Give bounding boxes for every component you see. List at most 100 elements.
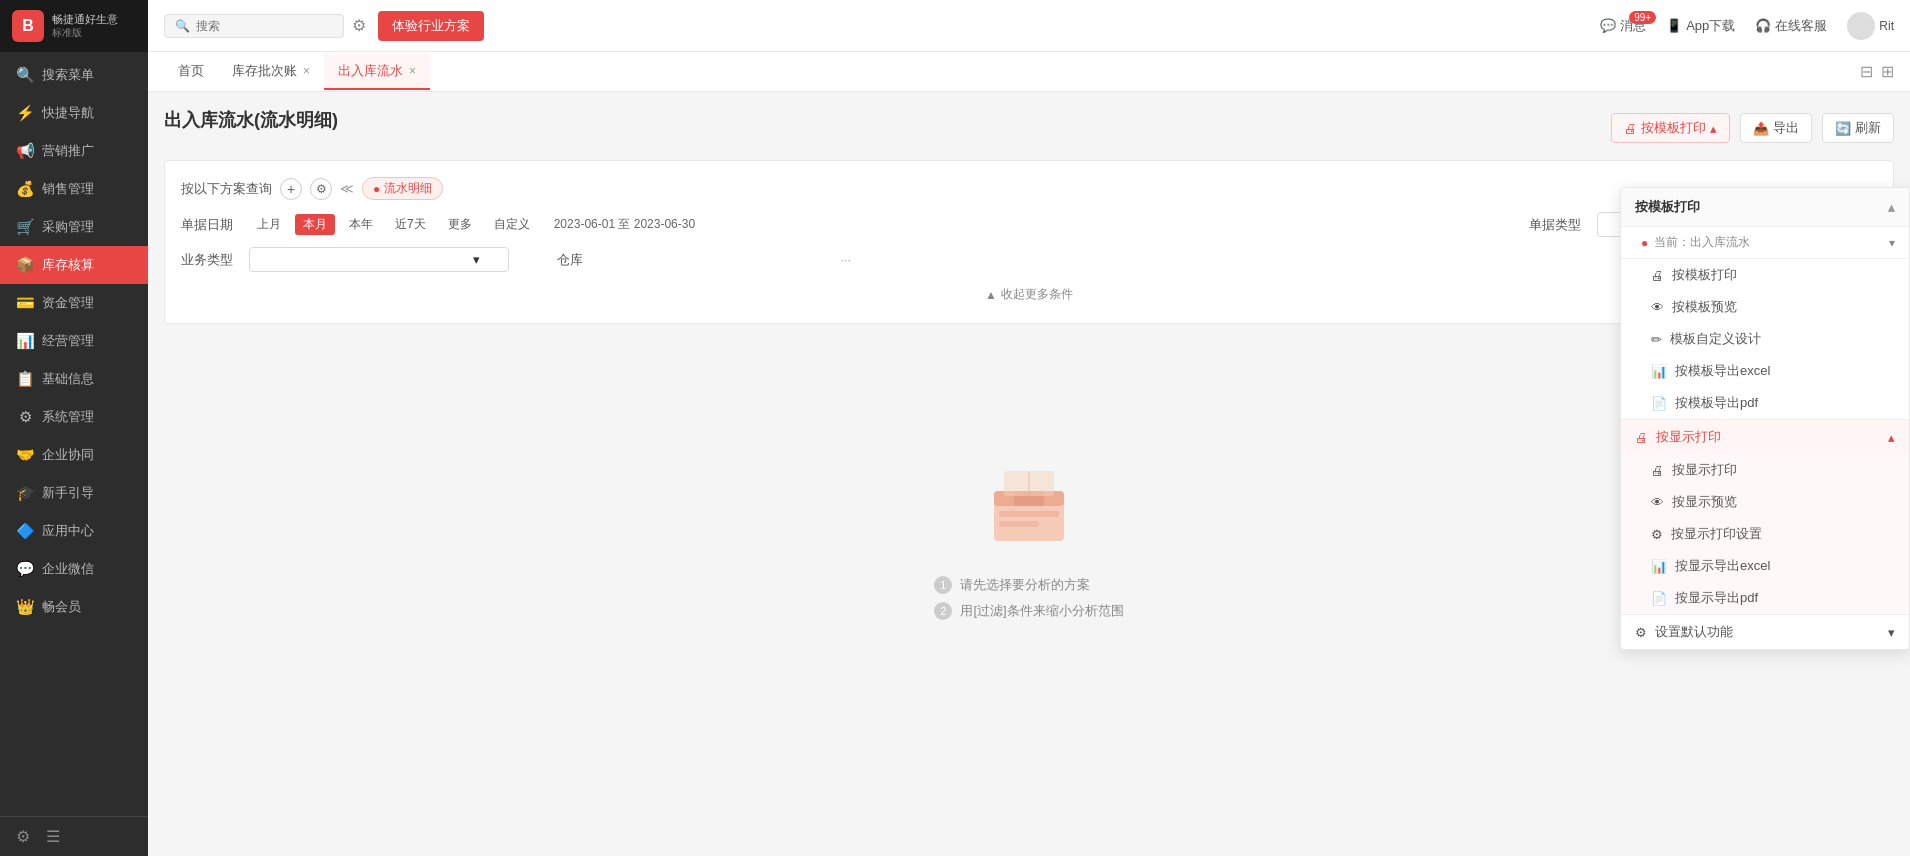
dropdown-chevron-up-icon[interactable]: [1888, 200, 1895, 215]
sidebar-item-wechat[interactable]: 💬 企业微信: [0, 550, 148, 588]
chart-icon: 📊: [16, 332, 34, 350]
step-2-num: 2: [934, 602, 952, 620]
sidebar-item-basic[interactable]: 📋 基础信息: [0, 360, 148, 398]
cart-icon: 🛒: [16, 218, 34, 236]
template-section: 🖨 按模板打印 👁 按模板预览 ✏ 模板自定义设计 📊 按模板导出excel 📄: [1621, 259, 1909, 420]
display-preview-item[interactable]: 👁 按显示预览: [1621, 486, 1909, 518]
sidebar-item-system[interactable]: ⚙ 系统管理: [0, 398, 148, 436]
svg-rect-4: [999, 521, 1039, 527]
footer-settings-icon: ⚙: [1635, 625, 1647, 640]
sidebar-item-member[interactable]: 👑 畅会员: [0, 588, 148, 626]
message-button[interactable]: 💬 消息 99+: [1600, 17, 1646, 35]
display-excel-icon: 📊: [1651, 559, 1667, 574]
avatar: [1847, 12, 1875, 40]
tab-batch-account-close[interactable]: ×: [303, 64, 310, 78]
filter-add-button[interactable]: +: [280, 178, 302, 200]
message-icon: 💬: [1600, 18, 1616, 33]
template-excel-icon: 📊: [1651, 364, 1667, 379]
current-chevron-icon: [1889, 236, 1895, 250]
sidebar-item-collab[interactable]: 🤝 企业协同: [0, 436, 148, 474]
filter-collapse-icon[interactable]: ≪: [340, 181, 354, 196]
app-download-button[interactable]: 📱 App下载: [1666, 17, 1735, 35]
date-tab-last-month[interactable]: 上月: [249, 214, 289, 235]
sidebar-item-label: 系统管理: [42, 408, 94, 426]
display-export-pdf-item[interactable]: 📄 按显示导出pdf: [1621, 582, 1909, 614]
date-tab-custom[interactable]: 自定义: [486, 214, 538, 235]
app-version: 标准版: [52, 26, 118, 40]
warehouse-select[interactable]: ···: [599, 248, 879, 271]
bottom-settings-icon[interactable]: ⚙: [16, 827, 30, 846]
export-label: 导出: [1773, 119, 1799, 137]
tab-home[interactable]: 首页: [164, 54, 218, 90]
topbar-search-box[interactable]: 🔍: [164, 14, 344, 38]
date-tab-this-year[interactable]: 本年: [341, 214, 381, 235]
filter-settings-button[interactable]: ⚙: [310, 178, 332, 200]
search-input[interactable]: [196, 19, 316, 33]
template-preview-item[interactable]: 👁 按模板预览: [1621, 291, 1909, 323]
sidebar-nav: 🔍 搜索菜单 ⚡ 快捷导航 📢 营销推广 💰 销售管理 🛒 采购管理 📦 库存核…: [0, 52, 148, 816]
display-section-label: 按显示打印: [1656, 428, 1721, 446]
sidebar-item-sales[interactable]: 💰 销售管理: [0, 170, 148, 208]
template-print-item[interactable]: 🖨 按模板打印: [1621, 259, 1909, 291]
display-print-settings-item[interactable]: ⚙ 按显示打印设置: [1621, 518, 1909, 550]
date-tab-this-month[interactable]: 本月: [295, 214, 335, 235]
warehouse-more-icon[interactable]: ···: [840, 252, 851, 267]
current-section: ● 当前：出入库流水: [1621, 227, 1909, 259]
print-label: 按模板打印: [1641, 119, 1706, 137]
display-section-header[interactable]: 🖨 按显示打印: [1621, 420, 1909, 454]
sidebar-item-search[interactable]: 🔍 搜索菜单: [0, 56, 148, 94]
tab-batch-account-label: 库存批次账: [232, 62, 297, 80]
tab-maximize-icon[interactable]: ⊞: [1881, 62, 1894, 81]
sidebar-item-label: 销售管理: [42, 180, 94, 198]
date-tab-more[interactable]: 更多: [440, 214, 480, 235]
tab-expand-controls: ⊟ ⊞: [1860, 62, 1894, 81]
user-avatar-area[interactable]: Rit: [1847, 12, 1894, 40]
tab-flow-close[interactable]: ×: [409, 64, 416, 78]
sidebar-item-marketing[interactable]: 📢 营销推广: [0, 132, 148, 170]
online-service-button[interactable]: 🎧 在线客服: [1755, 17, 1827, 35]
sidebar-item-label: 畅会员: [42, 598, 81, 616]
display-export-pdf-label: 按显示导出pdf: [1675, 589, 1758, 607]
tab-home-label: 首页: [178, 62, 204, 80]
trial-button[interactable]: 体验行业方案: [378, 11, 484, 41]
tab-flow[interactable]: 出入库流水 ×: [324, 54, 430, 90]
sidebar-item-operations[interactable]: 📊 经营管理: [0, 322, 148, 360]
sidebar-item-quick-nav[interactable]: ⚡ 快捷导航: [0, 94, 148, 132]
display-section: 🖨 按显示打印 🖨 按显示打印 👁 按显示预览 ⚙: [1621, 420, 1909, 615]
sidebar-item-finance[interactable]: 💳 资金管理: [0, 284, 148, 322]
template-custom-item[interactable]: ✏ 模板自定义设计: [1621, 323, 1909, 355]
sidebar-item-inventory[interactable]: 📦 库存核算: [0, 246, 148, 284]
topbar-gear-icon[interactable]: ⚙: [352, 16, 366, 35]
sidebar-item-label: 应用中心: [42, 522, 94, 540]
box-icon: 📦: [16, 256, 34, 274]
template-export-excel-item[interactable]: 📊 按模板导出excel: [1621, 355, 1909, 387]
display-print-item[interactable]: 🖨 按显示打印: [1621, 454, 1909, 486]
filter-tag-icon: ●: [373, 182, 380, 196]
sidebar-bottom: ⚙ ☰: [0, 816, 148, 856]
dropdown-header: 按模板打印: [1621, 188, 1909, 227]
display-pdf-icon: 📄: [1651, 591, 1667, 606]
display-export-excel-item[interactable]: 📊 按显示导出excel: [1621, 550, 1909, 582]
display-print-icon: 🖨: [1651, 463, 1664, 478]
tab-minimize-icon[interactable]: ⊟: [1860, 62, 1873, 81]
sidebar-item-guide[interactable]: 🎓 新手引导: [0, 474, 148, 512]
date-tab-7days[interactable]: 近7天: [387, 214, 434, 235]
bottom-menu-icon[interactable]: ☰: [46, 827, 60, 846]
filter-tag[interactable]: ● 流水明细: [362, 177, 443, 200]
money-icon: 💰: [16, 180, 34, 198]
speaker-icon: 📢: [16, 142, 34, 160]
sidebar-item-appstore[interactable]: 🔷 应用中心: [0, 512, 148, 550]
tab-batch-account[interactable]: 库存批次账 ×: [218, 54, 324, 90]
export-button[interactable]: 📤 导出: [1740, 113, 1812, 143]
app-logo: B 畅捷通好生意 标准版: [0, 0, 148, 52]
empty-step-1: 1 请先选择要分析的方案: [934, 576, 1123, 594]
refresh-button[interactable]: 🔄 刷新: [1822, 113, 1894, 143]
print-button[interactable]: 🖨 按模板打印: [1611, 113, 1730, 143]
template-preview-icon: 👁: [1651, 300, 1664, 315]
dropdown-footer[interactable]: ⚙ 设置默认功能: [1621, 615, 1909, 649]
diamond-icon: 🔷: [16, 522, 34, 540]
template-export-pdf-item[interactable]: 📄 按模板导出pdf: [1621, 387, 1909, 419]
headset-icon: 🎧: [1755, 18, 1771, 33]
sidebar-item-purchase[interactable]: 🛒 采购管理: [0, 208, 148, 246]
biz-type-select[interactable]: [249, 247, 509, 272]
